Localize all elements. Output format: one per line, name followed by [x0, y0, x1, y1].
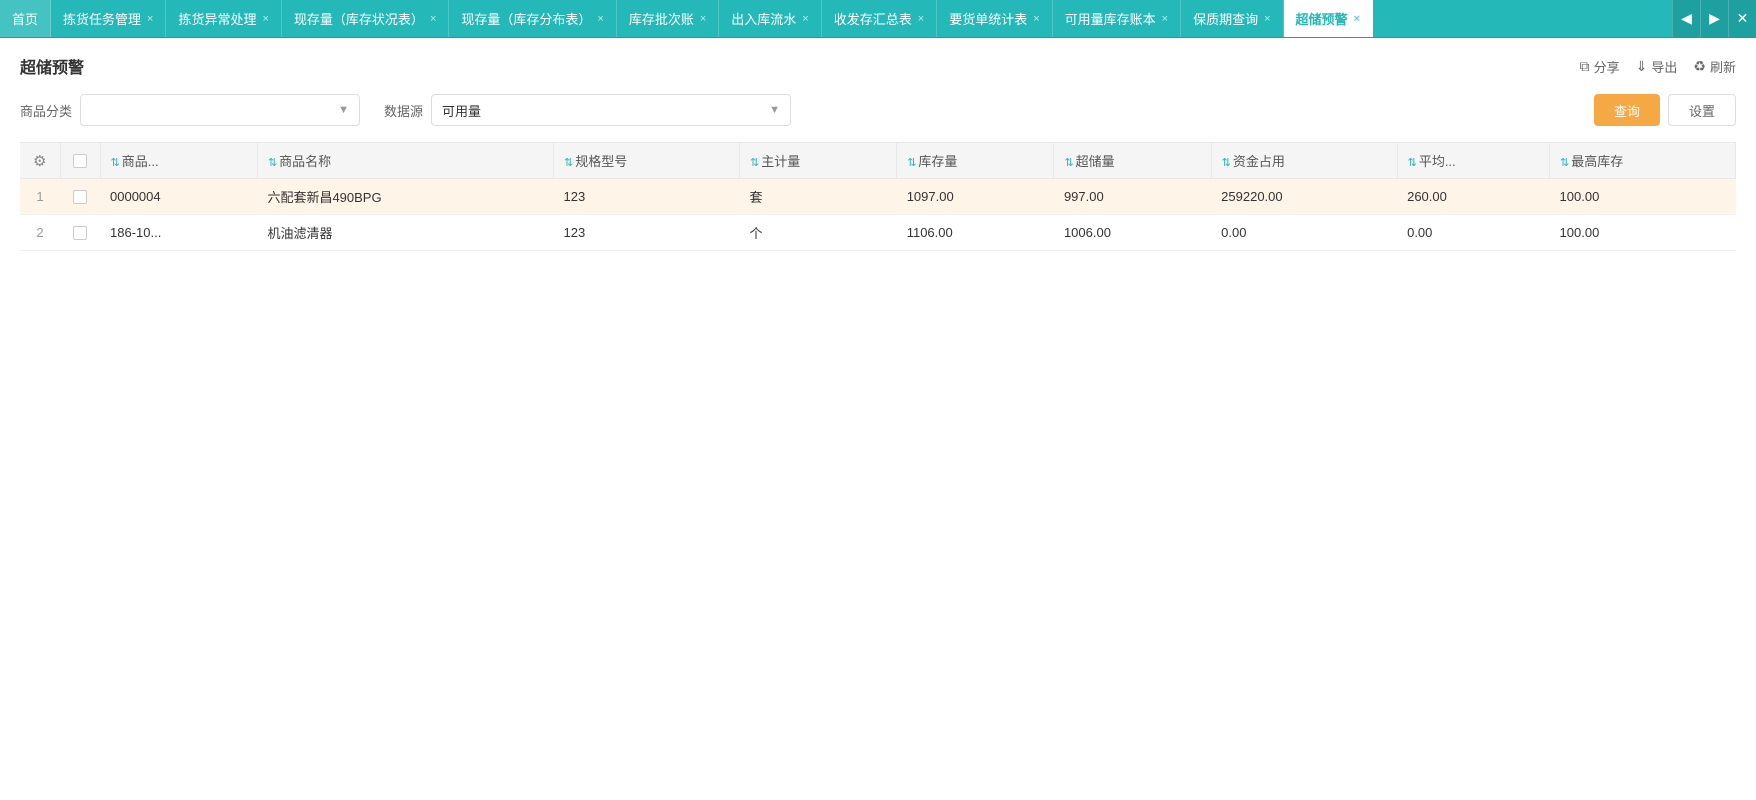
close-tab-abnormal[interactable]: ×: [262, 13, 268, 25]
close-tab-inout-flow[interactable]: ×: [802, 13, 808, 25]
column-settings-icon[interactable]: ⚙: [33, 153, 46, 170]
table-row: 2 186-10... 机油滤清器 123 个 1106.00 1006.00 …: [20, 215, 1736, 251]
col-header-spec: ⇅规格型号: [554, 143, 740, 179]
filter-actions: 查询 设置: [1594, 94, 1736, 126]
top-navigation: 首页 拣货任务管理 × 拣货异常处理 × 现存量（库存状况表） × 现存量（库存…: [0, 0, 1756, 38]
col-header-max-stock: ⇅最高库存: [1550, 143, 1736, 179]
nav-tab-abnormal[interactable]: 拣货异常处理 ×: [166, 0, 281, 38]
close-tab-stock-status[interactable]: ×: [430, 13, 436, 25]
page-title: 超储预警: [20, 54, 84, 78]
datasource-arrow-icon: ▼: [769, 104, 780, 116]
close-tab-avail-ledger[interactable]: ×: [1162, 13, 1168, 25]
row-spec-1: 123: [554, 179, 740, 215]
close-tab-collect[interactable]: ×: [918, 13, 924, 25]
row-index-1: 1: [20, 179, 60, 215]
category-select[interactable]: ▼: [80, 94, 360, 126]
row-product-name-2: 机油滤清器: [257, 215, 553, 251]
filter-row: 商品分类 ▼ 数据源 可用量 ▼ 查询 设置: [20, 94, 1736, 126]
row-max-stock-1: 100.00: [1550, 179, 1736, 215]
nav-tab-task-mgmt[interactable]: 拣货任务管理 ×: [51, 0, 166, 38]
row-checkbox-2[interactable]: [73, 226, 87, 240]
row-spec-2: 123: [554, 215, 740, 251]
nav-tab-home[interactable]: 首页: [0, 0, 51, 38]
datasource-filter: 数据源 可用量 ▼: [384, 94, 791, 126]
nav-tab-batch[interactable]: 库存批次账 ×: [617, 0, 719, 38]
datasource-select[interactable]: 可用量 ▼: [431, 94, 791, 126]
close-tab-task-mgmt[interactable]: ×: [147, 13, 153, 25]
row-product-name-1: 六配套新昌490BPG: [257, 179, 553, 215]
category-filter: 商品分类 ▼: [20, 94, 360, 126]
page-content: 超储预警 ⧉ 分享 ⇓ 导出 ♻ 刷新 商品分类 ▼ 数据源: [0, 38, 1756, 800]
table-header-row: ⚙ ⇅商品... ⇅商品名称 ⇅规格型号 ⇅主计量: [20, 143, 1736, 179]
page-header: 超储预警 ⧉ 分享 ⇓ 导出 ♻ 刷新: [20, 54, 1736, 78]
row-over-qty-1: 997.00: [1054, 179, 1211, 215]
close-tab-demand-stat[interactable]: ×: [1033, 13, 1039, 25]
select-all-checkbox[interactable]: [73, 154, 87, 168]
nav-tab-stock-status[interactable]: 现存量（库存状况表） ×: [282, 0, 449, 38]
share-button[interactable]: ⧉ 分享: [1580, 57, 1620, 76]
settings-button[interactable]: 设置: [1668, 94, 1736, 126]
category-arrow-icon: ▼: [338, 104, 349, 116]
export-icon: ⇓: [1636, 58, 1648, 75]
nav-tab-avail-ledger[interactable]: 可用量库存账本 ×: [1053, 0, 1181, 38]
close-tab-batch[interactable]: ×: [700, 13, 706, 25]
row-check-2: [60, 215, 100, 251]
nav-tab-stock-dist[interactable]: 现存量（库存分布表） ×: [449, 0, 616, 38]
datasource-label: 数据源: [384, 101, 423, 120]
category-label: 商品分类: [20, 101, 72, 120]
close-tab-stock-dist[interactable]: ×: [597, 13, 603, 25]
row-product-code-1: 0000004: [100, 179, 257, 215]
row-avg-1: 260.00: [1397, 179, 1549, 215]
query-button[interactable]: 查询: [1594, 94, 1660, 126]
datasource-value: 可用量: [442, 101, 481, 120]
header-actions: ⧉ 分享 ⇓ 导出 ♻ 刷新: [1580, 57, 1736, 76]
row-avg-2: 0.00: [1397, 215, 1549, 251]
nav-tab-over-stock[interactable]: 超储预警 ×: [1284, 0, 1373, 38]
row-stock-qty-2: 1106.00: [897, 215, 1054, 251]
col-header-check: [60, 143, 100, 179]
export-button[interactable]: ⇓ 导出: [1636, 57, 1678, 76]
row-capital-1: 259220.00: [1211, 179, 1397, 215]
nav-tab-demand-stat[interactable]: 要货单统计表 ×: [937, 0, 1052, 38]
row-checkbox-1[interactable]: [73, 190, 87, 204]
nav-tab-shelf-life[interactable]: 保质期查询 ×: [1181, 0, 1283, 38]
refresh-button[interactable]: ♻ 刷新: [1693, 57, 1736, 76]
nav-arrows: ◀ ▶ ✕: [1672, 0, 1756, 38]
row-check-1: [60, 179, 100, 215]
row-product-code-2: 186-10...: [100, 215, 257, 251]
row-unit-2: 个: [739, 215, 896, 251]
row-index-2: 2: [20, 215, 60, 251]
col-header-stock-qty: ⇅库存量: [897, 143, 1054, 179]
col-header-avg: ⇅平均...: [1397, 143, 1549, 179]
row-capital-2: 0.00: [1211, 215, 1397, 251]
col-header-product-code: ⇅商品...: [100, 143, 257, 179]
refresh-icon: ♻: [1693, 58, 1706, 75]
nav-close-button[interactable]: ✕: [1728, 0, 1756, 38]
row-unit-1: 套: [739, 179, 896, 215]
close-tab-shelf-life[interactable]: ×: [1264, 13, 1270, 25]
close-tab-over-stock[interactable]: ×: [1354, 13, 1360, 25]
col-header-unit: ⇅主计量: [739, 143, 896, 179]
nav-tab-inout-flow[interactable]: 出入库流水 ×: [719, 0, 821, 38]
table-row: 1 0000004 六配套新昌490BPG 123 套 1097.00 997.…: [20, 179, 1736, 215]
col-header-capital: ⇅资金占用: [1211, 143, 1397, 179]
col-header-product-name: ⇅商品名称: [257, 143, 553, 179]
col-header-settings: ⚙: [20, 143, 60, 179]
nav-tab-collect[interactable]: 收发存汇总表 ×: [822, 0, 937, 38]
share-icon: ⧉: [1580, 58, 1590, 75]
data-table: ⚙ ⇅商品... ⇅商品名称 ⇅规格型号 ⇅主计量: [20, 142, 1736, 251]
row-over-qty-2: 1006.00: [1054, 215, 1211, 251]
nav-next-button[interactable]: ▶: [1700, 0, 1728, 38]
row-stock-qty-1: 1097.00: [897, 179, 1054, 215]
col-header-over-qty: ⇅超储量: [1054, 143, 1211, 179]
row-max-stock-2: 100.00: [1550, 215, 1736, 251]
nav-prev-button[interactable]: ◀: [1672, 0, 1700, 38]
